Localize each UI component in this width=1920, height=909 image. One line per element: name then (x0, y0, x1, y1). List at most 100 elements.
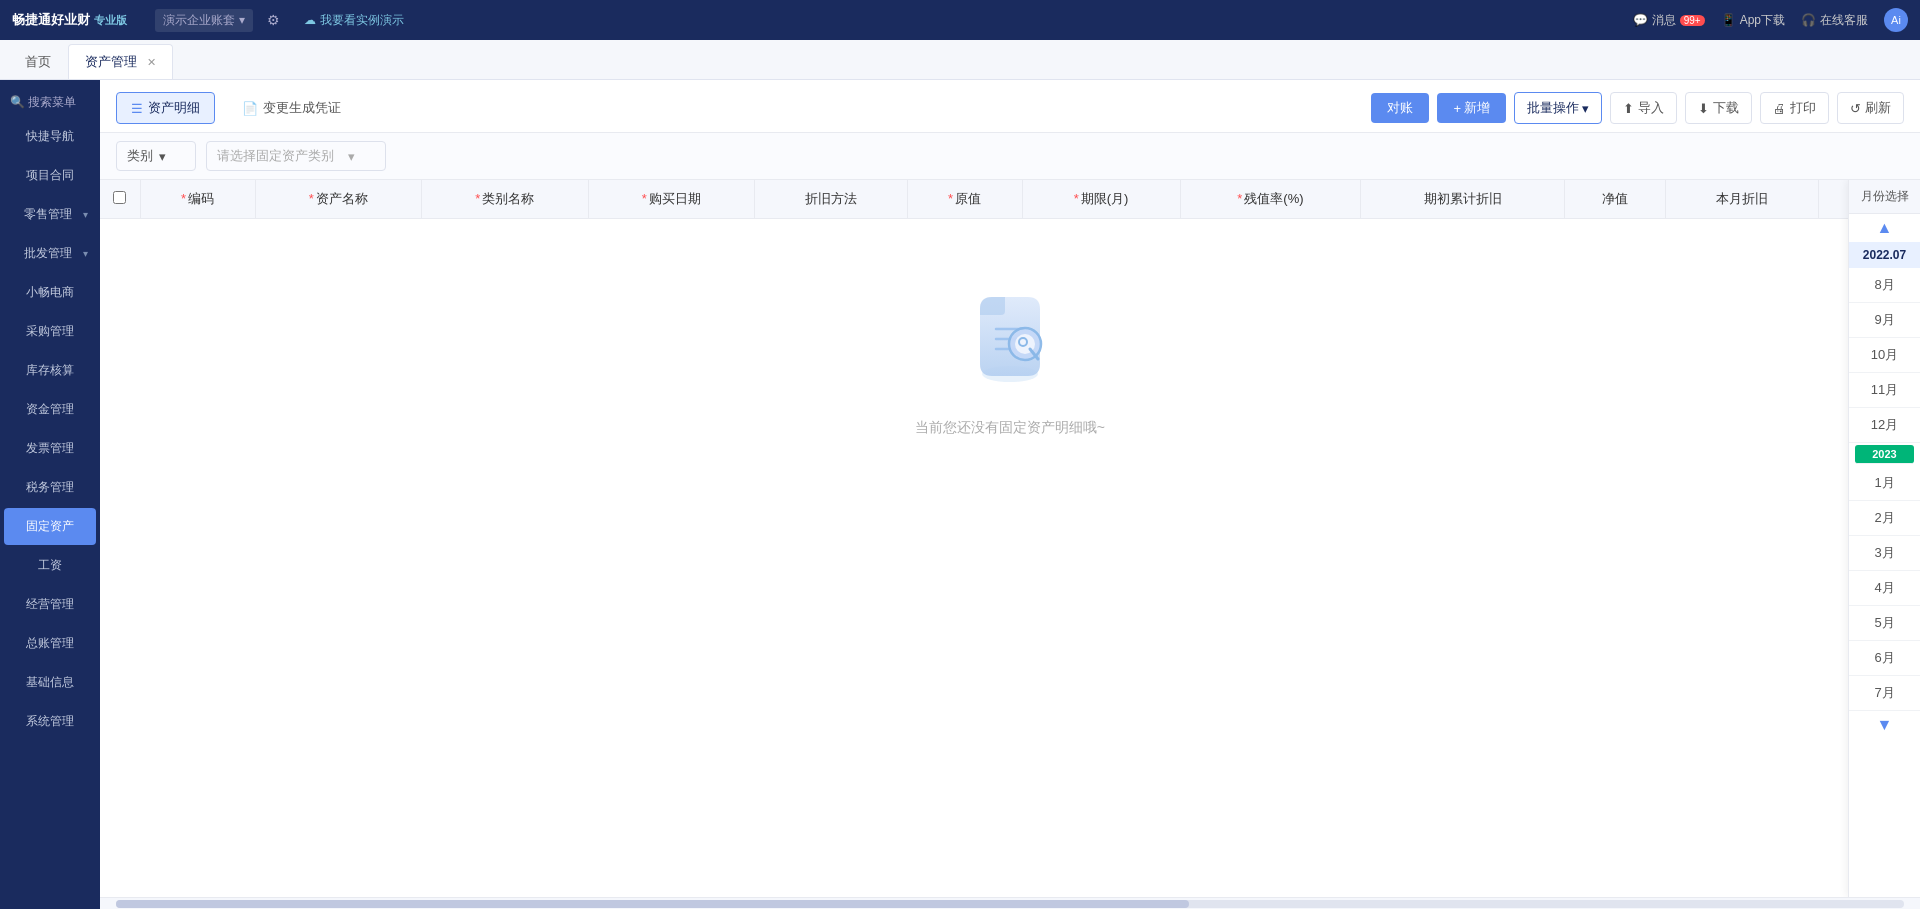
sidebar: 🔍 搜索菜单 快捷导航 项目合同 零售管理 ▾ 批发管理 ▾ 小畅电商 采购管理… (0, 80, 100, 909)
company-name: 演示企业账套 (163, 12, 235, 29)
month-item-10[interactable]: 10月 (1849, 338, 1920, 373)
sidebar-item-retail-management[interactable]: 零售管理 ▾ (4, 196, 96, 233)
tab-asset-management[interactable]: 资产管理 ✕ (68, 44, 173, 79)
sidebar-item-quick-nav[interactable]: 快捷导航 (4, 118, 96, 155)
current-year-month-label: 2022.07 (1849, 242, 1920, 268)
batch-label: 批量操作 (1527, 99, 1579, 117)
month-item-12[interactable]: 12月 (1849, 408, 1920, 443)
refresh-icon: ↺ (1850, 101, 1861, 116)
company-selector[interactable]: 演示企业账套 ▾ (155, 9, 253, 32)
sidebar-item-invoice[interactable]: 发票管理 (4, 430, 96, 467)
sidebar-item-tax[interactable]: 税务管理 (4, 469, 96, 506)
table-header-checkbox (100, 180, 140, 219)
download-icon: ⬇ (1698, 101, 1709, 116)
tab-home[interactable]: 首页 (8, 44, 68, 79)
table-header-current-month-depreciation: 本月折旧 (1666, 180, 1819, 219)
sidebar-search-label: 搜索菜单 (28, 95, 76, 109)
tab-asset-detail[interactable]: ☰ 资产明细 (116, 92, 215, 124)
sidebar-item-general-ledger[interactable]: 总账管理 (4, 625, 96, 662)
duizhang-button[interactable]: 对账 (1371, 93, 1429, 123)
assets-table: *编码 *资产名称 *类别名称 *购买日期 折旧方法 *原值 *期限(月) *残… (100, 180, 1920, 497)
table-header-depreciation-method: 折旧方法 (755, 180, 908, 219)
month-item-8[interactable]: 8月 (1849, 268, 1920, 303)
month-nav-down-button[interactable]: ▼ (1849, 711, 1920, 739)
nav-tabs: 首页 资产管理 ✕ (0, 40, 1920, 80)
sidebar-item-wholesale-management[interactable]: 批发管理 ▾ (4, 235, 96, 272)
table-header-net-value: 净值 (1565, 180, 1666, 219)
sidebar-item-payroll[interactable]: 工资 (4, 547, 96, 584)
table-header-category-name: *类别名称 (422, 180, 589, 219)
demo-link[interactable]: ☁ 我要看实例演示 (304, 12, 404, 29)
download-button[interactable]: ⬇ 下载 (1685, 92, 1752, 124)
app-title: 畅捷通好业财 (12, 11, 90, 29)
settings-icon[interactable]: ⚙ (267, 12, 280, 28)
category-filter-input[interactable]: 请选择固定资产类别 ▾ (206, 141, 386, 171)
category-filter-type[interactable]: 类别 ▾ (116, 141, 196, 171)
user-avatar[interactable]: Ai (1884, 8, 1908, 32)
tab-close-icon[interactable]: ✕ (147, 56, 156, 68)
sidebar-quick-nav-label: 快捷导航 (12, 128, 88, 145)
content-toolbar: ☰ 资产明细 📄 变更生成凭证 对账 + 新增 批量操作 ▾ ⬆ 导 (100, 80, 1920, 133)
empty-text: 当前您还没有固定资产明细哦~ (915, 419, 1105, 437)
month-item-5[interactable]: 5月 (1849, 606, 1920, 641)
month-item-7-2023[interactable]: 7月 (1849, 676, 1920, 711)
month-item-2[interactable]: 2月 (1849, 501, 1920, 536)
filter-bar: 类别 ▾ 请选择固定资产类别 ▾ (100, 133, 1920, 180)
month-item-1[interactable]: 1月 (1849, 466, 1920, 501)
sidebar-item-small-ecommerce[interactable]: 小畅电商 (4, 274, 96, 311)
tab-change-voucher-label: 变更生成凭证 (263, 99, 341, 117)
table-header-residual-rate: *残值率(%) (1180, 180, 1361, 219)
sidebar-item-project-contract[interactable]: 项目合同 (4, 157, 96, 194)
refresh-button[interactable]: ↺ 刷新 (1837, 92, 1904, 124)
sidebar-item-system[interactable]: 系统管理 (4, 703, 96, 740)
tab-home-label: 首页 (25, 54, 51, 69)
month-item-3[interactable]: 3月 (1849, 536, 1920, 571)
sidebar-item-procurement[interactable]: 采购管理 (4, 313, 96, 350)
message-badge: 99+ (1680, 15, 1705, 26)
bottom-scrollbar[interactable] (100, 897, 1920, 909)
chevron-icon: ▾ (83, 209, 88, 220)
empty-state: 当前您还没有固定资产明细哦~ (100, 219, 1920, 497)
app-download-button[interactable]: 📱 App下载 (1721, 12, 1785, 29)
message-button[interactable]: 💬 消息 99+ (1633, 12, 1705, 29)
tab-asset-detail-label: 资产明细 (148, 99, 200, 117)
category-placeholder: 请选择固定资产类别 (217, 147, 334, 165)
table-header-row: *编码 *资产名称 *类别名称 *购买日期 折旧方法 *原值 *期限(月) *残… (100, 180, 1920, 219)
chevron-down-icon: ▾ (1582, 101, 1589, 116)
import-button[interactable]: ⬆ 导入 (1610, 92, 1677, 124)
content-area: ☰ 资产明细 📄 变更生成凭证 对账 + 新增 批量操作 ▾ ⬆ 导 (100, 80, 1920, 909)
month-nav-up-button[interactable]: ▲ (1849, 214, 1920, 242)
sidebar-item-fund[interactable]: 资金管理 (4, 391, 96, 428)
customer-service-button[interactable]: 🎧 在线客服 (1801, 12, 1868, 29)
chevron-down-icon: ▾ (239, 13, 245, 27)
doc-icon: 📄 (242, 101, 258, 116)
sidebar-item-basic-info[interactable]: 基础信息 (4, 664, 96, 701)
add-button[interactable]: + 新增 (1437, 93, 1506, 123)
scroll-thumb[interactable] (116, 900, 1189, 908)
sidebar-item-inventory[interactable]: 库存核算 (4, 352, 96, 389)
sidebar-item-fixed-assets[interactable]: 固定资产 (4, 508, 96, 545)
mobile-icon: 📱 (1721, 13, 1736, 27)
table-header-asset-name: *资产名称 (255, 180, 422, 219)
sidebar-search[interactable]: 🔍 搜索菜单 (0, 88, 100, 117)
month-item-9[interactable]: 9月 (1849, 303, 1920, 338)
batch-operations-button[interactable]: 批量操作 ▾ (1514, 92, 1602, 124)
sidebar-item-operations[interactable]: 经营管理 (4, 586, 96, 623)
month-selector-panel: 月份选择 ▲ 2022.07 8月 9月 10月 11月 12月 2023 1月… (1848, 180, 1920, 897)
tab-change-voucher[interactable]: 📄 变更生成凭证 (227, 92, 356, 124)
app-subtitle: 专业版 (94, 13, 127, 28)
list-icon: ☰ (131, 101, 143, 116)
cloud-icon: ☁ (304, 13, 316, 27)
select-all-checkbox[interactable] (113, 191, 126, 204)
tab-asset-management-label: 资产管理 (85, 54, 137, 69)
main-layout: 🔍 搜索菜单 快捷导航 项目合同 零售管理 ▾ 批发管理 ▾ 小畅电商 采购管理… (0, 80, 1920, 909)
chevron-icon: ▾ (83, 248, 88, 259)
month-item-4[interactable]: 4月 (1849, 571, 1920, 606)
month-item-11[interactable]: 11月 (1849, 373, 1920, 408)
print-button[interactable]: 🖨 打印 (1760, 92, 1829, 124)
month-item-6[interactable]: 6月 (1849, 641, 1920, 676)
print-icon: 🖨 (1773, 101, 1786, 116)
import-icon: ⬆ (1623, 101, 1634, 116)
table-and-month-panel: *编码 *资产名称 *类别名称 *购买日期 折旧方法 *原值 *期限(月) *残… (100, 180, 1920, 897)
top-bar-right: 💬 消息 99+ 📱 App下载 🎧 在线客服 Ai (1633, 8, 1908, 32)
